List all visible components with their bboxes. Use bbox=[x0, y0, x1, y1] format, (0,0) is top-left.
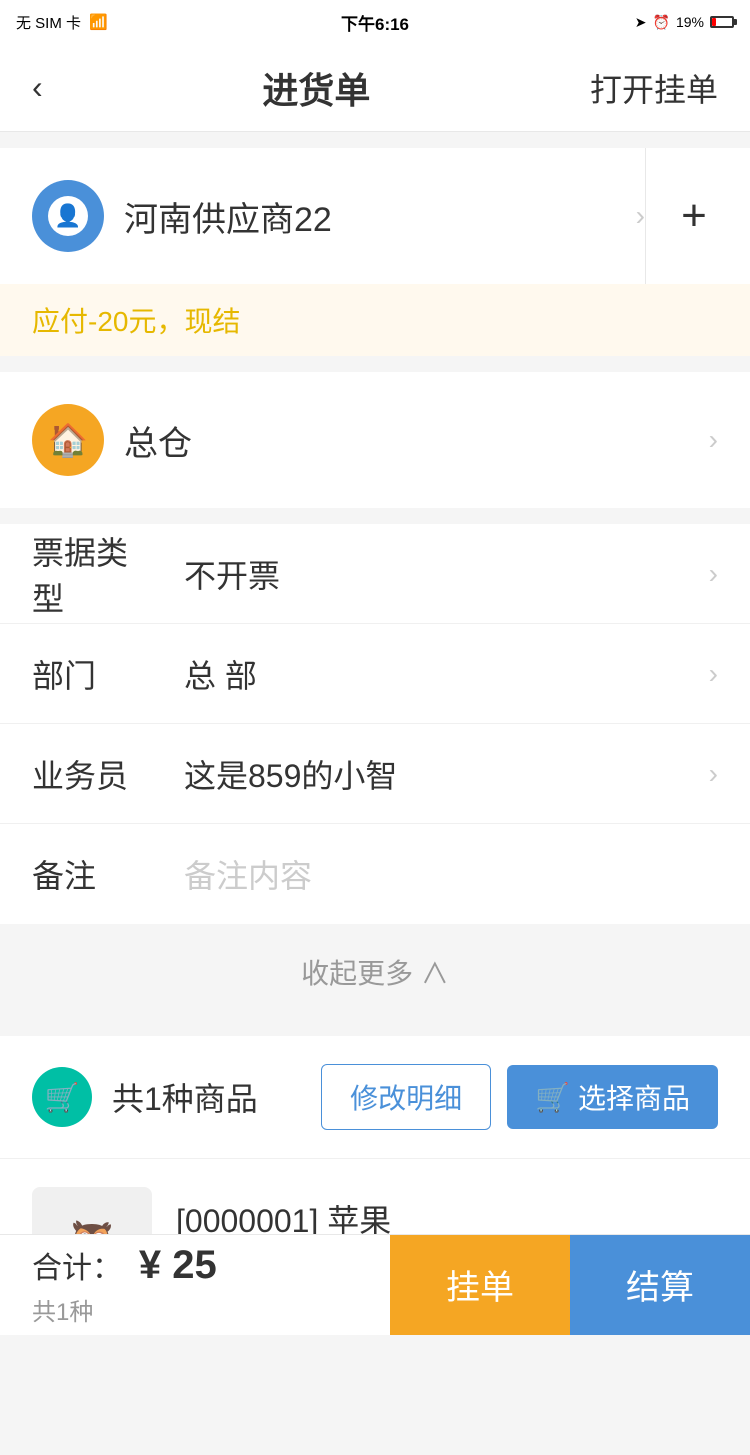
edit-detail-button[interactable]: 修改明细 bbox=[321, 1064, 491, 1130]
battery-percent: 19% bbox=[676, 14, 704, 30]
total-label: 合计： bbox=[32, 1252, 122, 1285]
add-supplier-button[interactable]: + bbox=[646, 191, 718, 241]
wifi-icon: 📶 bbox=[89, 13, 108, 31]
warehouse-chevron-icon: › bbox=[709, 424, 718, 456]
select-product-button[interactable]: 🛒 选择商品 bbox=[507, 1065, 718, 1129]
warehouse-row: 🏠 总仓 › bbox=[32, 372, 718, 508]
back-button[interactable]: ‹ bbox=[32, 69, 43, 106]
status-time: 下午6:16 bbox=[341, 10, 409, 35]
products-header: 🛒 共1种商品 修改明细 🛒 选择商品 bbox=[0, 1036, 750, 1159]
total-section: 合计： ¥ 25 共1种 bbox=[0, 1243, 390, 1327]
products-count: 共1种商品 bbox=[112, 1074, 321, 1120]
location-icon: ➤ bbox=[635, 14, 647, 31]
supplier-row[interactable]: 👤 河南供应商22 › bbox=[32, 148, 646, 284]
hang-button[interactable]: 挂单 bbox=[390, 1235, 570, 1335]
supplier-chevron-icon: › bbox=[636, 200, 645, 232]
cart-icon: 🛒 bbox=[535, 1081, 570, 1114]
battery-icon bbox=[710, 16, 734, 28]
form-section: 票据类型 不开票 › 部门 总 部 › 业务员 这是859的小智 › 备注 备注… bbox=[0, 524, 750, 924]
supplier-avatar: 👤 bbox=[32, 180, 104, 252]
remark-input[interactable]: 备注内容 bbox=[184, 851, 718, 897]
page-title: 进货单 bbox=[262, 62, 370, 114]
warning-banner: 应付-20元，现结 bbox=[0, 284, 750, 356]
ticket-type-chevron-icon: › bbox=[709, 558, 718, 590]
remark-row[interactable]: 备注 备注内容 bbox=[0, 824, 750, 924]
open-hang-button[interactable]: 打开挂单 bbox=[590, 65, 718, 111]
supplier-name: 河南供应商22 bbox=[124, 192, 620, 241]
ticket-type-label: 票据类型 bbox=[32, 528, 152, 620]
department-label: 部门 bbox=[32, 651, 152, 697]
warehouse-section[interactable]: 🏠 总仓 › bbox=[0, 372, 750, 508]
department-value: 总 部 bbox=[184, 651, 693, 697]
total-amount: ¥ 25 bbox=[139, 1243, 217, 1287]
warehouse-icon: 🏠 bbox=[32, 404, 104, 476]
department-chevron-icon: › bbox=[709, 658, 718, 690]
ticket-type-value: 不开票 bbox=[184, 551, 693, 597]
status-right: ➤ ⏰ 19% bbox=[635, 14, 734, 31]
ticket-type-row[interactable]: 票据类型 不开票 › bbox=[0, 524, 750, 624]
products-icon: 🛒 bbox=[32, 1067, 92, 1127]
salesman-row[interactable]: 业务员 这是859的小智 › bbox=[0, 724, 750, 824]
alarm-icon: ⏰ bbox=[653, 14, 670, 31]
remark-label: 备注 bbox=[32, 851, 152, 897]
total-count: 共1种 bbox=[32, 1292, 358, 1327]
department-row[interactable]: 部门 总 部 › bbox=[0, 624, 750, 724]
salesman-label: 业务员 bbox=[32, 751, 152, 797]
checkout-button[interactable]: 结算 bbox=[570, 1235, 750, 1335]
bottom-bar: 合计： ¥ 25 共1种 挂单 结算 bbox=[0, 1234, 750, 1334]
nav-bar: ‹ 进货单 打开挂单 bbox=[0, 44, 750, 132]
salesman-chevron-icon: › bbox=[709, 758, 718, 790]
collapse-button[interactable]: 收起更多 ∧ bbox=[0, 924, 750, 1020]
salesman-value: 这是859的小智 bbox=[184, 751, 693, 797]
supplier-section: 👤 河南供应商22 › + bbox=[0, 148, 750, 284]
status-carrier: 无 SIM 卡 📶 bbox=[16, 12, 108, 33]
warehouse-name: 总仓 bbox=[124, 416, 693, 465]
status-bar: 无 SIM 卡 📶 下午6:16 ➤ ⏰ 19% bbox=[0, 0, 750, 44]
